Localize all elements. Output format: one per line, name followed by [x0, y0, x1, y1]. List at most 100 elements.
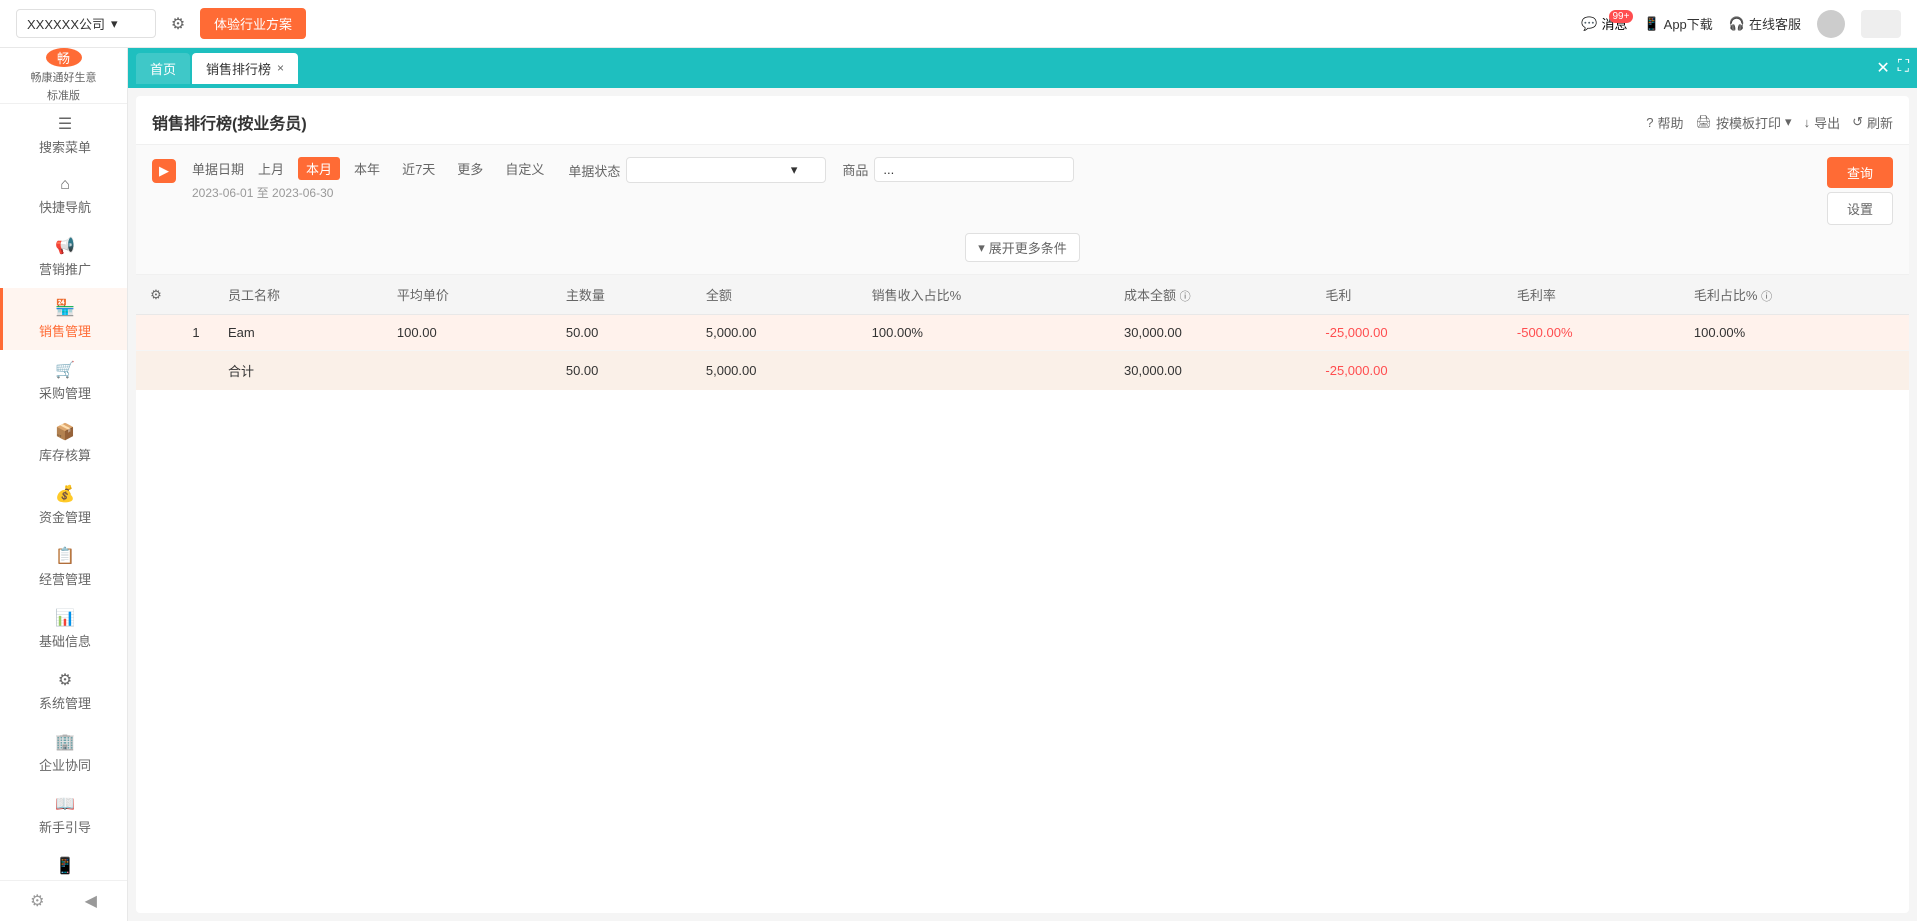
row-main-qty: 50.00 [554, 315, 694, 351]
sidebar-item-basic-info[interactable]: 📊 基础信息 [0, 598, 127, 660]
window-close-icon[interactable]: ✕ [1876, 58, 1889, 78]
window-expand-icon[interactable]: ⛶ [1898, 58, 1909, 78]
col-cost-header: 成本全额 ⓘ [1112, 275, 1313, 315]
sidebar-item-purchase[interactable]: 🛒 采购管理 [0, 350, 127, 412]
date-option-custom[interactable]: 自定义 [497, 157, 552, 180]
guide-icon: 📖 [55, 794, 75, 814]
row-sales-pct: 100.00% [860, 315, 1112, 351]
sidebar-logo: 畅 畅康通好生意 标准版 [0, 48, 127, 104]
purchase-icon: 🛒 [55, 360, 75, 380]
export-button[interactable]: ↓ 导出 [1804, 113, 1841, 132]
main-layout: 畅 畅康通好生意 标准版 ☰ 搜索菜单 ⌂ 快捷导航 📢 营销推广 🏪 销售管理 [0, 48, 1917, 921]
sidebar-item-quick-nav[interactable]: ⌂ 快捷导航 [0, 166, 127, 226]
sidebar-item-label: 营销推广 [39, 259, 91, 278]
app-download[interactable]: 📱 App下载 [1643, 14, 1712, 33]
col-settings-header[interactable]: ⚙ [136, 275, 176, 315]
page-header: 销售排行榜(按业务员) ? 帮助 🖨 按模板打印 ▾ ↓ 导出 [136, 96, 1909, 145]
trial-button[interactable]: 体验行业方案 [200, 8, 306, 39]
goods-label: 商品 [842, 160, 868, 179]
notification-area[interactable]: 💬 消息 99+ [1581, 14, 1627, 33]
notification-badge: 99+ [1609, 10, 1634, 23]
tab-sales-rank[interactable]: 销售排行榜 × [192, 53, 298, 84]
row-gross-pct: 100.00% [1682, 315, 1909, 351]
finance-icon: 💰 [55, 484, 75, 504]
sidebar-item-marketing[interactable]: 📢 营销推广 [0, 226, 127, 288]
tab-home[interactable]: 首页 [136, 53, 190, 84]
sidebar-item-label: 资金管理 [39, 507, 91, 526]
sidebar-item-label: 库存核算 [39, 445, 91, 464]
goods-select[interactable]: ... [874, 157, 1074, 182]
refresh-button[interactable]: ↺ 刷新 [1852, 113, 1893, 132]
row-amount: 5,000.00 [694, 315, 860, 351]
sidebar-item-label: 经营管理 [39, 569, 91, 588]
sidebar-subtitle: 畅康通好生意 [31, 69, 97, 85]
sidebar-item-finance[interactable]: 💰 资金管理 [0, 474, 127, 536]
col-num-header [176, 275, 216, 315]
footer-main-qty: 50.00 [554, 351, 694, 391]
sidebar-edition: 标准版 [47, 87, 80, 103]
row-num: 1 [176, 315, 216, 351]
sidebar-item-label: 系统管理 [39, 693, 91, 712]
goods-filter-group: 商品 ... [842, 157, 1074, 182]
sidebar-item-search[interactable]: ☰ 搜索菜单 [0, 104, 127, 166]
help-icon: ? [1646, 115, 1653, 130]
online-service[interactable]: 🎧 在线客服 [1729, 14, 1801, 33]
goods-ellipsis: ... [883, 162, 894, 177]
company-selector[interactable]: XXXXXX公司 ▾ [16, 9, 156, 38]
avatar[interactable] [1817, 10, 1845, 38]
row-settings-col [136, 315, 176, 351]
help-button[interactable]: ? 帮助 [1646, 113, 1683, 132]
app-download-icon: 📱 [1643, 16, 1659, 32]
headset-icon: 🎧 [1729, 16, 1745, 32]
cost-info-icon[interactable]: ⓘ [1180, 291, 1191, 303]
sidebar-item-system[interactable]: ⚙ 系统管理 [0, 660, 127, 722]
table-header-row: ⚙ 员工名称 平均单价 主数量 全额 销售收入占比% 成本全额 ⓘ 毛利 毛利率… [136, 275, 1909, 315]
enterprise-icon: 🏢 [55, 732, 75, 752]
col-amount-header: 全额 [694, 275, 860, 315]
bottom-settings-icon[interactable]: ⚙ [30, 891, 44, 911]
date-option-this-month[interactable]: 本月 [298, 157, 340, 180]
top-bar-right: 💬 消息 99+ 📱 App下载 🎧 在线客服 [1581, 10, 1901, 38]
col-sales-pct-header: 销售收入占比% [860, 275, 1112, 315]
company-name: XXXXXX公司 [27, 14, 105, 33]
date-option-this-year[interactable]: 本年 [346, 157, 388, 180]
date-option-more[interactable]: 更多 [449, 157, 491, 180]
app-center-icon: 📱 [55, 856, 75, 876]
col-gross-pct-header: 毛利占比% ⓘ [1682, 275, 1909, 315]
gross-pct-info-icon[interactable]: ⓘ [1761, 291, 1772, 303]
sidebar-bottom: ⚙ ◀ [0, 880, 127, 921]
row-gross-rate: -500.00% [1505, 315, 1682, 351]
sidebar-item-label: 基础信息 [39, 631, 91, 650]
status-label: 单据状态 [568, 161, 620, 180]
print-button[interactable]: 🖨 按模板打印 ▾ [1696, 113, 1792, 132]
table-row: 1 Eam 100.00 50.00 5,000.00 100.00% 30,0… [136, 315, 1909, 351]
print-icon: 🖨 [1696, 114, 1713, 130]
date-option-7days[interactable]: 近7天 [394, 157, 443, 180]
sidebar-item-enterprise[interactable]: 🏢 企业协同 [0, 722, 127, 784]
date-option-last-month[interactable]: 上月 [250, 157, 292, 180]
search-button[interactable]: 查询 [1827, 157, 1893, 188]
date-options: 上月 本月 本年 近7天 更多 自定义 [250, 157, 552, 180]
inventory-icon: 📦 [55, 422, 75, 442]
filter-toggle-btn[interactable]: ▶ [152, 159, 176, 183]
notification-icon: 💬 [1581, 16, 1597, 32]
logo-image: 畅 [46, 48, 82, 67]
settings-small-button[interactable]: 设置 [1827, 192, 1893, 225]
expand-conditions-btn[interactable]: ▾ 展开更多条件 [965, 233, 1080, 262]
sidebar-item-inventory[interactable]: 📦 库存核算 [0, 412, 127, 474]
col-main-qty-header: 主数量 [554, 275, 694, 315]
sidebar-item-app-center[interactable]: 📱 应用中心 [0, 846, 127, 880]
collapse-icon[interactable]: ◀ [85, 891, 97, 911]
row-avg-price: 100.00 [385, 315, 554, 351]
basic-info-icon: 📊 [55, 608, 75, 628]
tab-close-icon[interactable]: × [277, 61, 284, 75]
sidebar-item-sales[interactable]: 🏪 销售管理 [0, 288, 127, 350]
sidebar-item-operations[interactable]: 📋 经营管理 [0, 536, 127, 598]
sales-icon: 🏪 [55, 298, 75, 318]
user-name-placeholder [1861, 10, 1901, 38]
status-select[interactable]: ▾ [626, 157, 826, 183]
settings-icon-btn[interactable]: ⚙ [164, 10, 192, 38]
table-wrapper: ⚙ 员工名称 平均单价 主数量 全额 销售收入占比% 成本全额 ⓘ 毛利 毛利率… [136, 275, 1909, 913]
status-filter-group: 单据状态 ▾ [568, 157, 826, 183]
sidebar-item-guide[interactable]: 📖 新手引导 [0, 784, 127, 846]
